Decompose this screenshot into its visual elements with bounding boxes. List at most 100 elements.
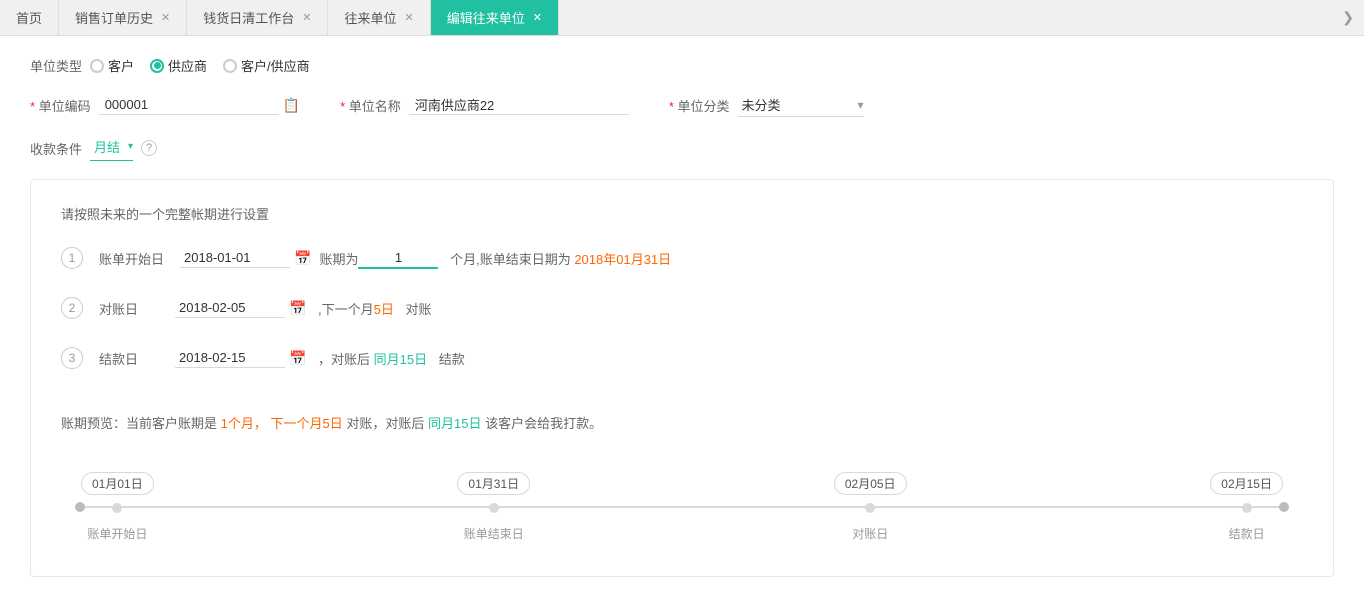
tab-home-label: 首页	[16, 8, 42, 27]
unit-name-input[interactable]	[409, 95, 629, 115]
step-2-date-input[interactable]	[175, 298, 285, 318]
tab-close-partner[interactable]: ✕	[405, 11, 414, 24]
step-1-desc-after: 个月,账单结束日期为	[446, 249, 574, 268]
unit-category-label: 单位分类	[669, 96, 730, 115]
unit-code-input[interactable]	[99, 95, 279, 115]
payment-term-value: 月结	[90, 135, 124, 158]
step-3-highlight: 同月15日	[374, 349, 427, 368]
step-2-num: 2	[61, 297, 83, 319]
step-2-label: 对账日	[99, 299, 159, 318]
timeline-dot-2	[489, 503, 499, 513]
radio-supplier-label: 供应商	[168, 56, 207, 75]
step-1-num: 1	[61, 247, 83, 269]
tab-label: 销售订单历史	[75, 8, 153, 27]
unit-fields-row: 单位编码 📋 单位名称 单位分类 未分类 ▾	[30, 93, 1334, 117]
copy-icon[interactable]: 📋	[283, 97, 300, 114]
tab-bar: 首页 销售订单历史 ✕ 钱货日清工作台 ✕ 往来单位 ✕ 编辑往来单位 ✕ ❯	[0, 0, 1364, 36]
preview-part2: 下一个月5日	[271, 416, 343, 431]
tab-close-edit[interactable]: ✕	[533, 11, 542, 24]
payment-term-select[interactable]: 月结 ▾	[90, 135, 133, 161]
step-1-desc-before: 账期为	[319, 249, 358, 268]
timeline-item-4: 02月15日 结款日	[1210, 472, 1283, 542]
step-2-highlight: 5日	[374, 299, 394, 318]
step-3-date-input[interactable]	[175, 348, 285, 368]
tab-home[interactable]: 首页	[0, 0, 59, 35]
timeline-item-3: 02月05日 对账日	[834, 472, 907, 542]
tab-edit-partner-unit[interactable]: 编辑往来单位 ✕	[431, 0, 559, 35]
unit-type-label: 单位类型	[30, 56, 82, 75]
timeline-badge-2: 01月31日	[457, 472, 530, 495]
timeline-item-2: 01月31日 账单结束日	[457, 472, 530, 542]
unit-code-group: 单位编码 📋	[30, 95, 300, 115]
timeline-badge-1: 01月01日	[81, 472, 154, 495]
tab-cash-work[interactable]: 钱货日清工作台 ✕	[187, 0, 328, 35]
timeline-dot-3	[865, 503, 875, 513]
unit-name-group: 单位名称	[340, 95, 629, 115]
unit-code-label: 单位编码	[30, 96, 91, 115]
step-3-num: 3	[61, 347, 83, 369]
step-1-row: 1 账单开始日 📅 账期为 个月,账单结束日期为 2018年01月31日	[61, 247, 1303, 269]
radio-customer-circle	[90, 59, 104, 73]
radio-both-circle	[223, 59, 237, 73]
timeline-badge-3: 02月05日	[834, 472, 907, 495]
preview-text: 账期预览：当前客户账期是 1个月， 下一个月5日 对账，对账后 同月15日 该客…	[61, 413, 1303, 432]
step-1-end-date: 2018年01月31日	[574, 249, 671, 268]
step-2-row: 2 对账日 📅 ,下一个月 5日 对账	[61, 297, 1303, 319]
timeline-items: 01月01日 账单开始日 01月31日 账单结束日 02月05日 对账日	[81, 472, 1283, 542]
step-1-month-input[interactable]	[358, 248, 438, 269]
preview-middle: 对账，对账后	[346, 416, 424, 431]
tab-close-cash[interactable]: ✕	[302, 11, 311, 24]
step-3-row: 3 结款日 📅 ，对账后 同月15日 结款	[61, 347, 1303, 369]
preview-label: 账期预览：当前客户账期是	[61, 416, 217, 431]
step-3-calendar-icon[interactable]: 📅	[289, 350, 306, 367]
unit-category-group: 单位分类 未分类 ▾	[669, 93, 864, 117]
timeline-sublabel-1: 账单开始日	[87, 525, 147, 542]
unit-category-arrow[interactable]: ▾	[858, 98, 864, 112]
tab-sales-order-history[interactable]: 销售订单历史 ✕	[59, 0, 187, 35]
step-2-calendar-icon[interactable]: 📅	[289, 300, 306, 317]
timeline-left-dot	[75, 502, 85, 512]
payment-term-row: 收款条件 月结 ▾ ?	[30, 135, 1334, 161]
step-1-label: 账单开始日	[99, 249, 164, 268]
preview-part1: 1个月，	[221, 416, 267, 431]
step-3-desc-before: ，对账后	[314, 349, 373, 368]
unit-type-radio-group: 客户 供应商 客户/供应商	[90, 56, 310, 75]
timeline-item-1: 01月01日 账单开始日	[81, 472, 154, 542]
radio-supplier[interactable]: 供应商	[150, 56, 207, 75]
radio-both[interactable]: 客户/供应商	[223, 56, 310, 75]
tab-more-arrow[interactable]: ❯	[1332, 9, 1364, 26]
unit-category-select[interactable]: 未分类 ▾	[738, 93, 864, 117]
help-icon[interactable]: ?	[141, 140, 157, 156]
tab-label: 钱货日清工作台	[203, 8, 294, 27]
step-3-label: 结款日	[99, 349, 159, 368]
preview-end: 该客户会给我打款。	[485, 416, 602, 431]
preview-part3: 同月15日	[428, 416, 481, 431]
timeline-container: 01月01日 账单开始日 01月31日 账单结束日 02月05日 对账日	[61, 462, 1303, 552]
main-content: 单位类型 客户 供应商 客户/供应商 单位编码 📋 单位名称	[0, 36, 1364, 608]
timeline-right-dot	[1279, 502, 1289, 512]
step-2-desc-before: ,下一个月	[314, 299, 373, 318]
payment-term-label: 收款条件	[30, 139, 82, 158]
step-2-desc-after: 对账	[402, 299, 432, 318]
unit-category-value: 未分类	[738, 93, 858, 116]
radio-supplier-circle	[150, 59, 164, 73]
radio-both-label: 客户/供应商	[241, 56, 310, 75]
step-1-date-input[interactable]	[180, 248, 290, 268]
tab-close-sales[interactable]: ✕	[161, 11, 170, 24]
tab-label: 往来单位	[344, 8, 396, 27]
radio-customer[interactable]: 客户	[90, 56, 134, 75]
payment-term-arrow[interactable]: ▾	[128, 141, 133, 152]
card-instruction: 请按照未来的一个完整帐期进行设置	[61, 204, 1303, 223]
settings-card: 请按照未来的一个完整帐期进行设置 1 账单开始日 📅 账期为 个月,账单结束日期…	[30, 179, 1334, 577]
step-1-calendar-icon[interactable]: 📅	[294, 250, 311, 267]
timeline-sublabel-4: 结款日	[1229, 525, 1265, 542]
preview-section: 账期预览：当前客户账期是 1个月， 下一个月5日 对账，对账后 同月15日 该客…	[61, 397, 1303, 552]
timeline-sublabel-3: 对账日	[852, 525, 888, 542]
unit-name-label: 单位名称	[340, 96, 401, 115]
tab-partner-unit[interactable]: 往来单位 ✕	[328, 0, 430, 35]
timeline-dot-4	[1242, 503, 1252, 513]
timeline-dot-1	[112, 503, 122, 513]
tab-label: 编辑往来单位	[447, 8, 525, 27]
timeline-sublabel-2: 账单结束日	[464, 525, 524, 542]
timeline-badge-4: 02月15日	[1210, 472, 1283, 495]
